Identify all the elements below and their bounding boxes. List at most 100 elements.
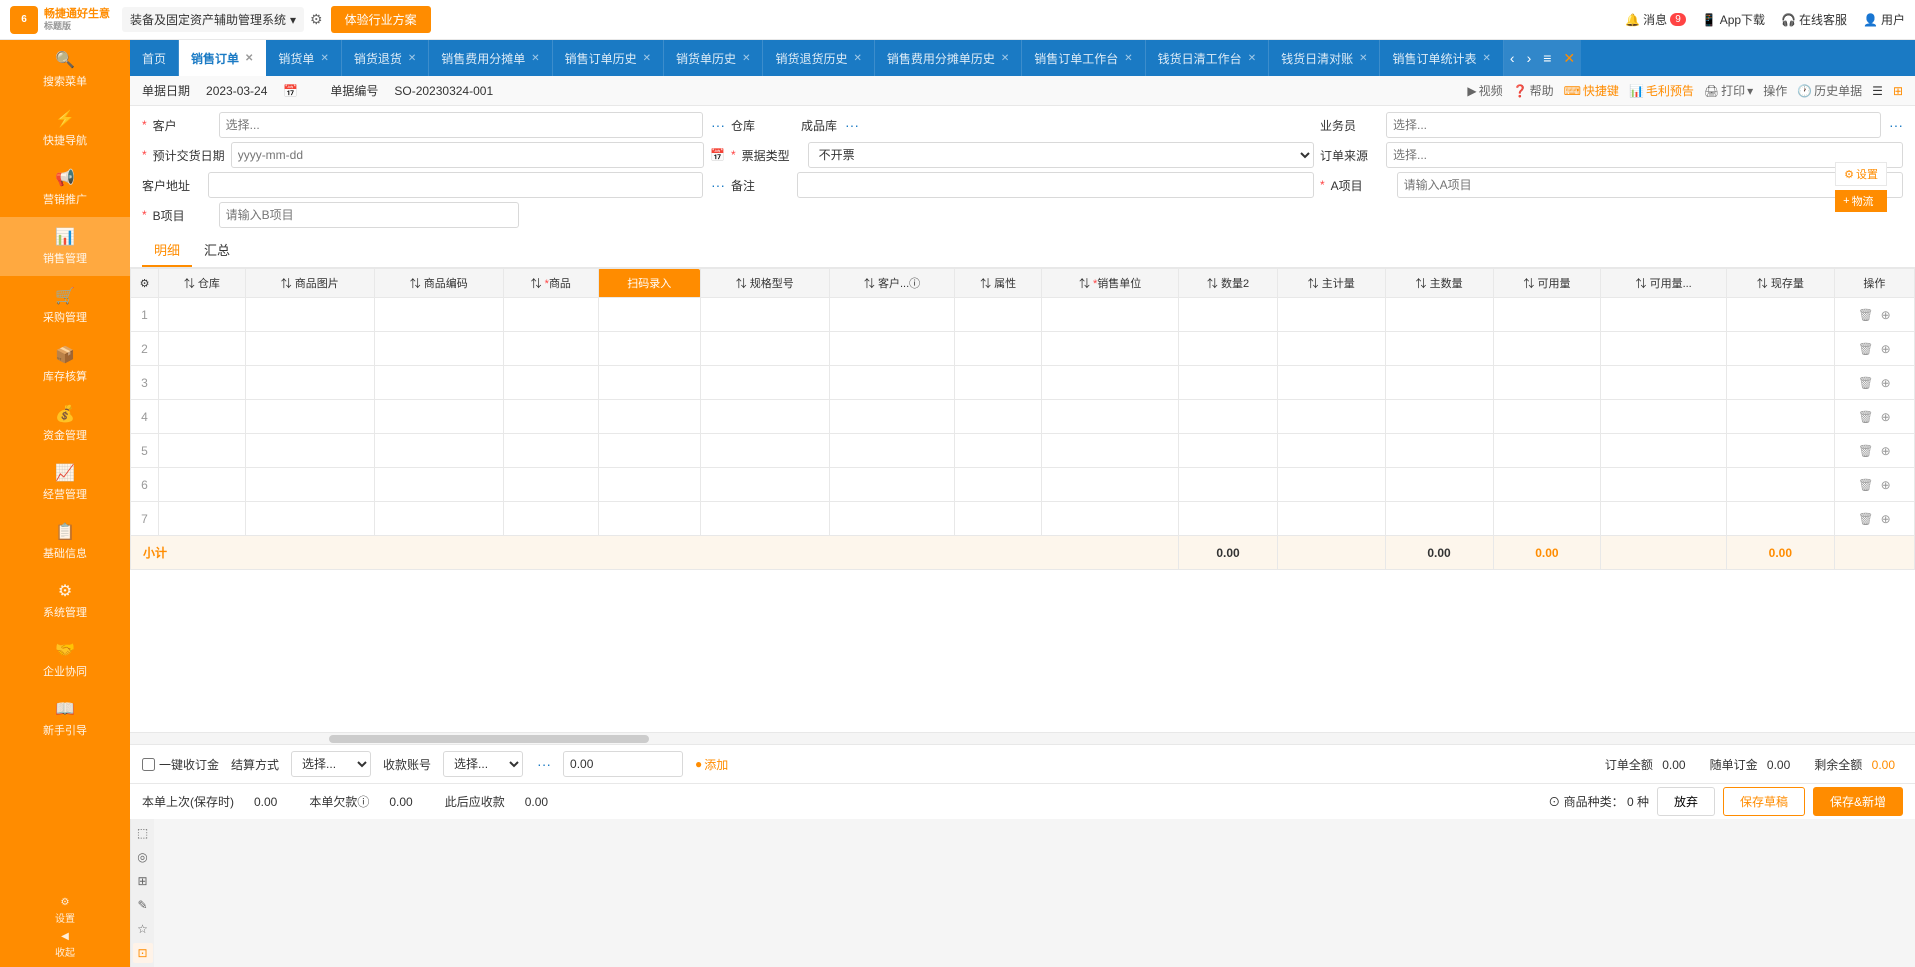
history-btn[interactable]: 🕐 历史单据	[1797, 82, 1862, 99]
row-copy-btn[interactable]: ⊕	[1881, 444, 1891, 458]
tab-close-return-history[interactable]: ✕	[853, 53, 861, 64]
row-delete-btn[interactable]: 🗑	[1858, 512, 1873, 526]
row-copy-btn[interactable]: ⊕	[1881, 512, 1891, 526]
help-btn[interactable]: ❓ 帮助	[1513, 82, 1554, 99]
tab-close-order-workbench[interactable]: ✕	[1124, 53, 1132, 64]
tab-close-sales-order[interactable]: ✕	[245, 53, 253, 64]
payment-method-select[interactable]: 选择...	[291, 751, 371, 777]
col-stock[interactable]: ⇅ 现存量	[1726, 269, 1834, 298]
tab-home[interactable]: 首页	[130, 40, 179, 76]
tab-close-sales-return[interactable]: ✕	[408, 53, 416, 64]
tab-sales-return[interactable]: 销货退货 ✕	[342, 40, 429, 76]
staff-input[interactable]	[1386, 112, 1881, 138]
calendar2-icon[interactable]: 📅	[710, 148, 725, 162]
print-btn[interactable]: 🖨 打印 ▾	[1704, 82, 1753, 99]
col-spec[interactable]: ⇅ 规格型号	[700, 269, 829, 298]
sidebar-item-search[interactable]: 🔍 搜索菜单	[0, 40, 130, 99]
horizontal-scrollbar[interactable]	[130, 732, 1915, 744]
tab-close-sales-invoice[interactable]: ✕	[320, 53, 328, 64]
col-available[interactable]: ⇅ 可用量	[1493, 269, 1601, 298]
right-tool-5[interactable]: ☆	[133, 919, 153, 939]
system-selector[interactable]: 装备及固定资产辅助管理系统 ▾	[122, 7, 304, 32]
row-copy-btn[interactable]: ⊕	[1881, 376, 1891, 390]
right-tool-2[interactable]: ◎	[133, 847, 153, 867]
row-delete-btn[interactable]: 🗑	[1858, 410, 1873, 424]
staff-more-btn[interactable]: ···	[1889, 117, 1903, 133]
tab-order-workbench[interactable]: 销售订单工作台 ✕	[1022, 40, 1145, 76]
sidebar-item-purchase[interactable]: 🛒 采购管理	[0, 276, 130, 335]
tab-close-cash-reconcile[interactable]: ✕	[1359, 53, 1367, 64]
sidebar-item-operations[interactable]: 📈 经营管理	[0, 453, 130, 512]
profit-btn[interactable]: 📊 毛利预告	[1629, 82, 1694, 99]
row-delete-btn[interactable]: 🗑	[1858, 376, 1873, 390]
customer-input[interactable]	[219, 112, 703, 138]
tab-close-sales-expense[interactable]: ✕	[531, 53, 539, 64]
shortcut-btn[interactable]: ⌨ 快捷键	[1564, 82, 1619, 99]
sidebar-collapse-btn[interactable]: ◀ 收起	[55, 931, 75, 959]
tab-summary[interactable]: 汇总	[192, 234, 242, 267]
view-btn[interactable]: ▶ 视频	[1467, 82, 1502, 99]
row-delete-btn[interactable]: 🗑	[1858, 308, 1873, 322]
row-copy-btn[interactable]: ⊕	[1881, 478, 1891, 492]
quick-pay-check[interactable]	[142, 758, 155, 771]
col-warehouse[interactable]: ⇅ 仓库	[159, 269, 246, 298]
row-copy-btn[interactable]: ⊕	[1881, 342, 1891, 356]
tab-close-cash-workbench[interactable]: ✕	[1248, 53, 1256, 64]
list-view-btn[interactable]: ☰	[1872, 84, 1883, 98]
tab-close-all-button[interactable]: ✕	[1557, 40, 1581, 76]
save-new-button[interactable]: 保存&新增	[1813, 787, 1903, 816]
scroll-thumb[interactable]	[329, 735, 649, 743]
col-main-unit[interactable]: ⇅ 主计量	[1277, 269, 1385, 298]
col-available2[interactable]: ⇅ 可用量...	[1601, 269, 1727, 298]
amount-input[interactable]	[563, 751, 683, 777]
tab-next-button[interactable]: ›	[1521, 40, 1538, 76]
a-project-input[interactable]	[1397, 172, 1903, 198]
order-source-input[interactable]	[1386, 142, 1903, 168]
tab-invoice-history[interactable]: 销货单历史 ✕	[664, 40, 763, 76]
account-more-btn[interactable]: ···	[537, 756, 551, 772]
col-image[interactable]: ⇅ 商品图片	[245, 269, 374, 298]
sidebar-item-marketing[interactable]: 📢 营销推广	[0, 158, 130, 217]
discard-button[interactable]: 放弃	[1657, 787, 1715, 816]
sidebar-item-guide[interactable]: 📖 新手引导	[0, 689, 130, 748]
grid-view-btn[interactable]: ⊞	[1893, 84, 1903, 98]
sidebar-item-base-info[interactable]: 📋 基础信息	[0, 512, 130, 571]
ticket-select[interactable]: 不开票 普通发票 增值税发票	[808, 142, 1314, 168]
tab-sales-stats[interactable]: 销售订单统计表 ✕	[1380, 40, 1503, 76]
sidebar-item-system[interactable]: ⚙ 系统管理	[0, 571, 130, 630]
col-main-qty[interactable]: ⇅ 主数量	[1385, 269, 1493, 298]
col-attribute[interactable]: ⇅ 属性	[955, 269, 1042, 298]
app-download-button[interactable]: 📱 App下载	[1702, 11, 1765, 28]
address-more-btn[interactable]: ···	[711, 177, 725, 193]
right-tool-1[interactable]: ⬚	[133, 823, 153, 843]
tab-expense-history[interactable]: 销售费用分摊单历史 ✕	[875, 40, 1022, 76]
tab-menu-button[interactable]: ≡	[1537, 40, 1557, 76]
tab-close-sales-stats[interactable]: ✕	[1483, 53, 1491, 64]
row-delete-btn[interactable]: 🗑	[1858, 478, 1873, 492]
col-scan[interactable]: 扫码录入	[598, 269, 700, 298]
tab-close-sales-order-history[interactable]: ✕	[643, 53, 651, 64]
gear-icon[interactable]: ⚙	[310, 11, 323, 28]
industry-solution-button[interactable]: 体验行业方案	[331, 6, 431, 33]
sidebar-item-inventory[interactable]: 📦 库存核算	[0, 335, 130, 394]
tab-sales-order[interactable]: 销售订单 ✕	[179, 40, 266, 76]
add-payment-btn[interactable]: ● 添加	[695, 756, 728, 773]
b-project-input[interactable]	[219, 202, 519, 228]
sidebar-item-quick-nav[interactable]: ⚡ 快捷导航	[0, 99, 130, 158]
tab-close-invoice-history[interactable]: ✕	[742, 53, 750, 64]
row-copy-btn[interactable]: ⊕	[1881, 410, 1891, 424]
tab-return-history[interactable]: 销货退货历史 ✕	[763, 40, 874, 76]
address-input[interactable]	[208, 172, 703, 198]
col-product[interactable]: ⇅ *商品	[503, 269, 598, 298]
row-copy-btn[interactable]: ⊕	[1881, 308, 1891, 322]
tab-close-expense-history[interactable]: ✕	[1001, 53, 1009, 64]
tab-prev-button[interactable]: ‹	[1504, 40, 1521, 76]
tab-sales-order-history[interactable]: 销售订单历史 ✕	[553, 40, 664, 76]
messages-button[interactable]: 🔔 消息 9	[1625, 11, 1686, 28]
operate-btn[interactable]: 操作	[1763, 82, 1787, 99]
save-draft-button[interactable]: 保存草稿	[1723, 787, 1805, 816]
settings-quick-btn[interactable]: ⚙ 设置	[1835, 162, 1887, 186]
tab-cash-reconcile[interactable]: 钱货日清对账 ✕	[1269, 40, 1380, 76]
tab-sales-invoice[interactable]: 销货单 ✕	[266, 40, 341, 76]
col-code[interactable]: ⇅ 商品编码	[374, 269, 503, 298]
